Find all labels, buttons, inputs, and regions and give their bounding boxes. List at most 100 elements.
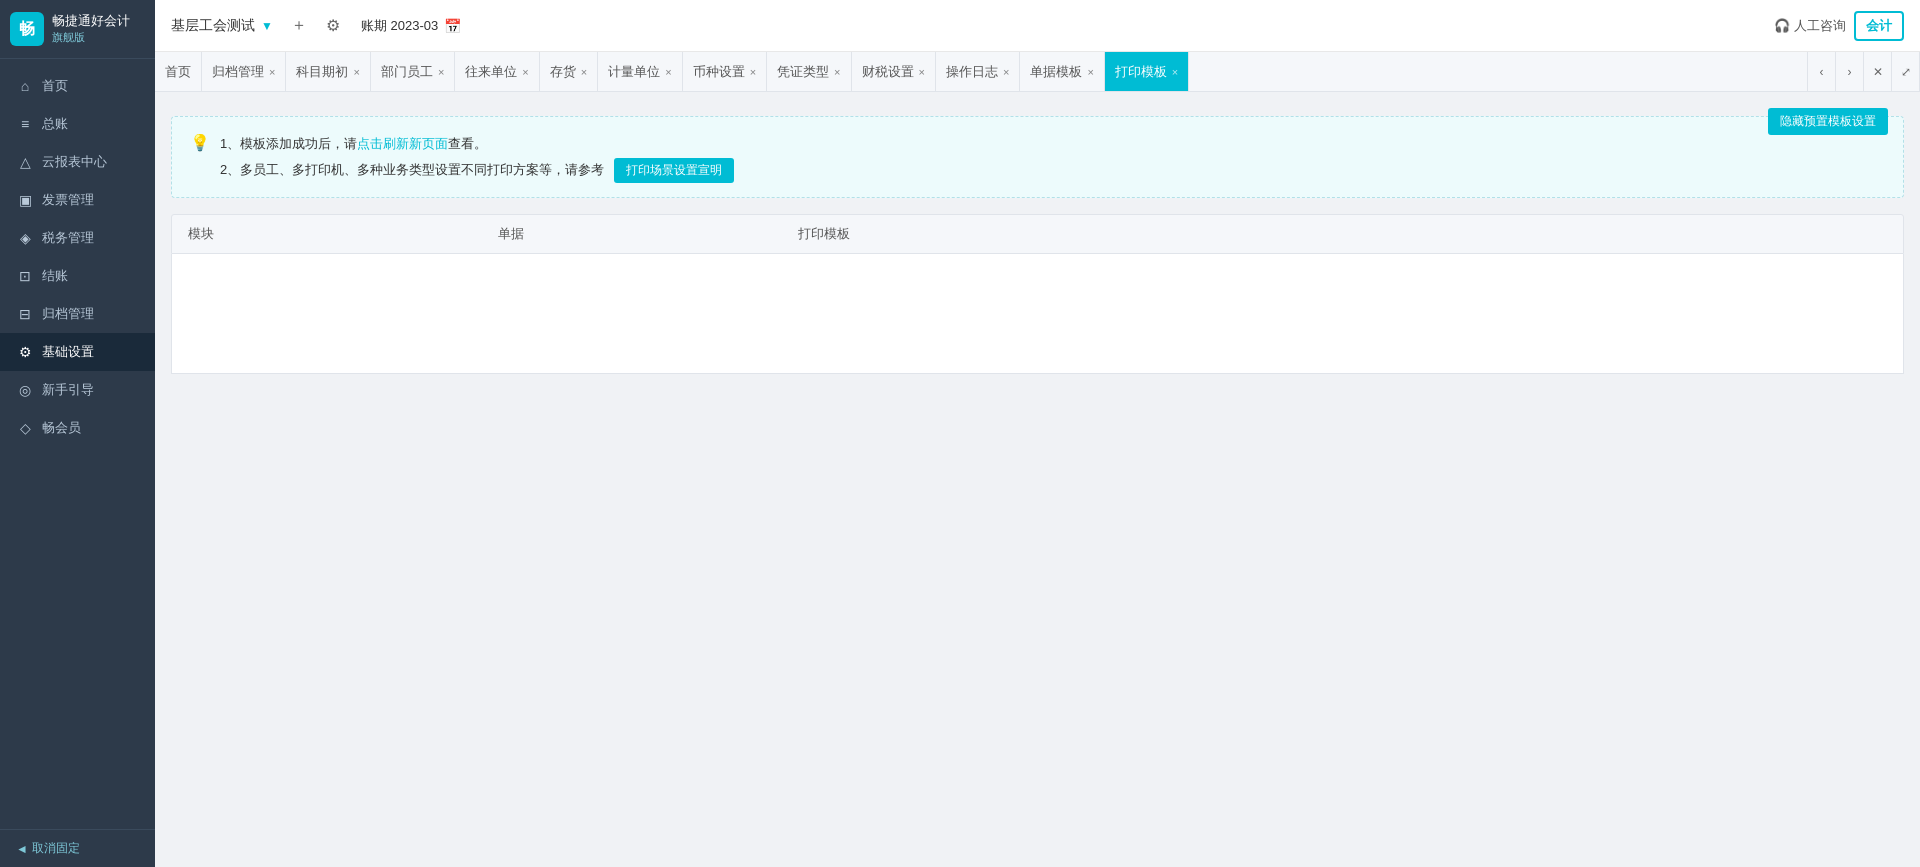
tab-label-op_log: 操作日志 [946, 63, 998, 81]
help-button[interactable]: 🎧 人工咨询 [1774, 17, 1846, 35]
close-label: 结账 [42, 267, 68, 285]
sidebar-item-ledger[interactable]: ≡ 总账 [0, 105, 155, 143]
invoice-icon: ▣ [16, 191, 34, 209]
tab-close-op_log[interactable]: × [1003, 66, 1009, 78]
tab-subject[interactable]: 科目期初 × [286, 52, 370, 92]
tab-label-unit: 计量单位 [608, 63, 660, 81]
tab-label-subject: 科目期初 [296, 63, 348, 81]
reports-icon: △ [16, 153, 34, 171]
tab-close-print_template[interactable]: × [1172, 66, 1178, 78]
col-header-document: 单据 [498, 225, 798, 243]
content-area: 隐藏预置模板设置 💡 1、模板添加成功后，请点击刷新新页面查看。 2、多员工、多… [155, 92, 1920, 867]
tab-scroll-left[interactable]: ‹ [1808, 52, 1836, 92]
tab-close-all[interactable]: ✕ [1864, 52, 1892, 92]
tab-bar: 首页归档管理×科目期初×部门员工×往来单位×存货×计量单位×币种设置×凭证类型×… [155, 52, 1920, 92]
period-label: 账期 2023-03 📅 [361, 17, 461, 35]
notice-line1: 1、模板添加成功后，请点击刷新新页面查看。 [220, 131, 734, 157]
tab-close-unit[interactable]: × [665, 66, 671, 78]
tab-partner[interactable]: 往来单位 × [455, 52, 539, 92]
logo-text: 畅捷通好会计 旗舰版 [52, 13, 130, 44]
sidebar-item-member[interactable]: ◇ 畅会员 [0, 409, 155, 447]
notice-box: 💡 1、模板添加成功后，请点击刷新新页面查看。 2、多员工、多打印机、多种业务类… [171, 116, 1904, 198]
ledger-icon: ≡ [16, 115, 34, 133]
add-tab-button[interactable]: ＋ [285, 12, 313, 40]
tab-close-dept[interactable]: × [438, 66, 444, 78]
invoice-label: 发票管理 [42, 191, 94, 209]
sidebar-footer[interactable]: ◄ 取消固定 [0, 829, 155, 867]
unpin-label: 取消固定 [32, 840, 80, 857]
logo-area: 畅 畅捷通好会计 旗舰版 [0, 0, 155, 59]
sidebar-item-home[interactable]: ⌂ 首页 [0, 67, 155, 105]
tab-op_log[interactable]: 操作日志 × [936, 52, 1020, 92]
tab-currency[interactable]: 币种设置× [683, 52, 767, 92]
sidebar-nav: ⌂ 首页 ≡ 总账 △ 云报表中心 ▣ 发票管理 ◈ 税务管理 ⊡ 结账 ⊟ 归… [0, 59, 155, 829]
tab-tax_settings[interactable]: 财税设置 × [852, 52, 936, 92]
col-header-module: 模块 [188, 225, 498, 243]
tab-expand[interactable]: ⤢ [1892, 52, 1920, 92]
archive-label: 归档管理 [42, 305, 94, 323]
period-value: 2023-03 [391, 18, 439, 33]
tab-single_template[interactable]: 单据模板× [1020, 52, 1104, 92]
help-label: 人工咨询 [1794, 17, 1846, 35]
tab-archive[interactable]: 归档管理 × [202, 52, 286, 92]
sidebar-item-settings[interactable]: ⚙ 基础设置 [0, 333, 155, 371]
tab-label-tax_settings: 财税设置 [862, 63, 914, 81]
tab-voucher_type[interactable]: 凭证类型× [767, 52, 851, 92]
notice-line2-prefix: 2、多员工、多打印机、多种业务类型设置不同打印方案等，请参考 [220, 162, 604, 177]
notice-content: 1、模板添加成功后，请点击刷新新页面查看。 2、多员工、多打印机、多种业务类型设… [220, 131, 734, 183]
tab-close-single_template[interactable]: × [1087, 66, 1093, 78]
reports-label: 云报表中心 [42, 153, 107, 171]
calendar-icon[interactable]: 📅 [444, 18, 461, 34]
tab-stock[interactable]: 存货 × [540, 52, 598, 92]
tab-print_template[interactable]: 打印模板× [1105, 52, 1189, 92]
tax-icon: ◈ [16, 229, 34, 247]
guide-label: 新手引导 [42, 381, 94, 399]
sidebar-item-reports[interactable]: △ 云报表中心 [0, 143, 155, 181]
sidebar-item-tax[interactable]: ◈ 税务管理 [0, 219, 155, 257]
table-header-row: 模块 单据 打印模板 [171, 214, 1904, 254]
tab-dept[interactable]: 部门员工× [371, 52, 455, 92]
tab-close-partner[interactable]: × [522, 66, 528, 78]
tab-close-voucher_type[interactable]: × [834, 66, 840, 78]
period-text-label: 账期 [361, 17, 387, 35]
main-area: 基层工会测试 ▼ ＋ ⚙ 账期 2023-03 📅 🎧 人工咨询 会计 首页归档… [155, 0, 1920, 867]
project-dropdown-arrow: ▼ [261, 19, 273, 33]
tab-nav-buttons: ‹ › ✕ ⤢ [1807, 52, 1920, 92]
member-icon: ◇ [16, 419, 34, 437]
tab-label-archive: 归档管理 [212, 63, 264, 81]
tab-scroll-right[interactable]: › [1836, 52, 1864, 92]
print-template-table: 模块 单据 打印模板 [171, 214, 1904, 374]
tax-label: 税务管理 [42, 229, 94, 247]
tab-label-stock: 存货 [550, 63, 576, 81]
logo-name: 畅捷通好会计 [52, 13, 130, 30]
bulb-icon: 💡 [190, 133, 210, 152]
hide-template-button[interactable]: 隐藏预置模板设置 [1768, 108, 1888, 135]
member-label: 畅会员 [42, 419, 81, 437]
settings-label: 基础设置 [42, 343, 94, 361]
settings-button[interactable]: ⚙ [319, 12, 347, 40]
tab-unit[interactable]: 计量单位 × [598, 52, 682, 92]
home-label: 首页 [42, 77, 68, 95]
tab-home[interactable]: 首页 [155, 52, 202, 92]
tab-label-partner: 往来单位 [465, 63, 517, 81]
tab-close-subject[interactable]: × [353, 66, 359, 78]
notice-line2: 2、多员工、多打印机、多种业务类型设置不同打印方案等，请参考 打印场景设置宣明 [220, 157, 734, 183]
accountant-button[interactable]: 会计 [1854, 11, 1904, 41]
refresh-link[interactable]: 点击刷新新页面 [357, 136, 448, 151]
sidebar-item-invoice[interactable]: ▣ 发票管理 [0, 181, 155, 219]
header-right: 🎧 人工咨询 会计 [1774, 11, 1904, 41]
unpin-icon: ◄ [16, 842, 28, 856]
logo-sub: 旗舰版 [52, 30, 130, 44]
print-scene-button[interactable]: 打印场景设置宣明 [614, 158, 734, 183]
close-icon: ⊡ [16, 267, 34, 285]
sidebar-item-close[interactable]: ⊡ 结账 [0, 257, 155, 295]
archive-icon: ⊟ [16, 305, 34, 323]
tab-close-archive[interactable]: × [269, 66, 275, 78]
tab-close-tax_settings[interactable]: × [919, 66, 925, 78]
project-selector[interactable]: 基层工会测试 ▼ [171, 17, 273, 35]
sidebar-item-guide[interactable]: ◎ 新手引导 [0, 371, 155, 409]
tab-close-stock[interactable]: × [581, 66, 587, 78]
sidebar-item-archive[interactable]: ⊟ 归档管理 [0, 295, 155, 333]
settings-icon: ⚙ [16, 343, 34, 361]
tab-close-currency[interactable]: × [750, 66, 756, 78]
